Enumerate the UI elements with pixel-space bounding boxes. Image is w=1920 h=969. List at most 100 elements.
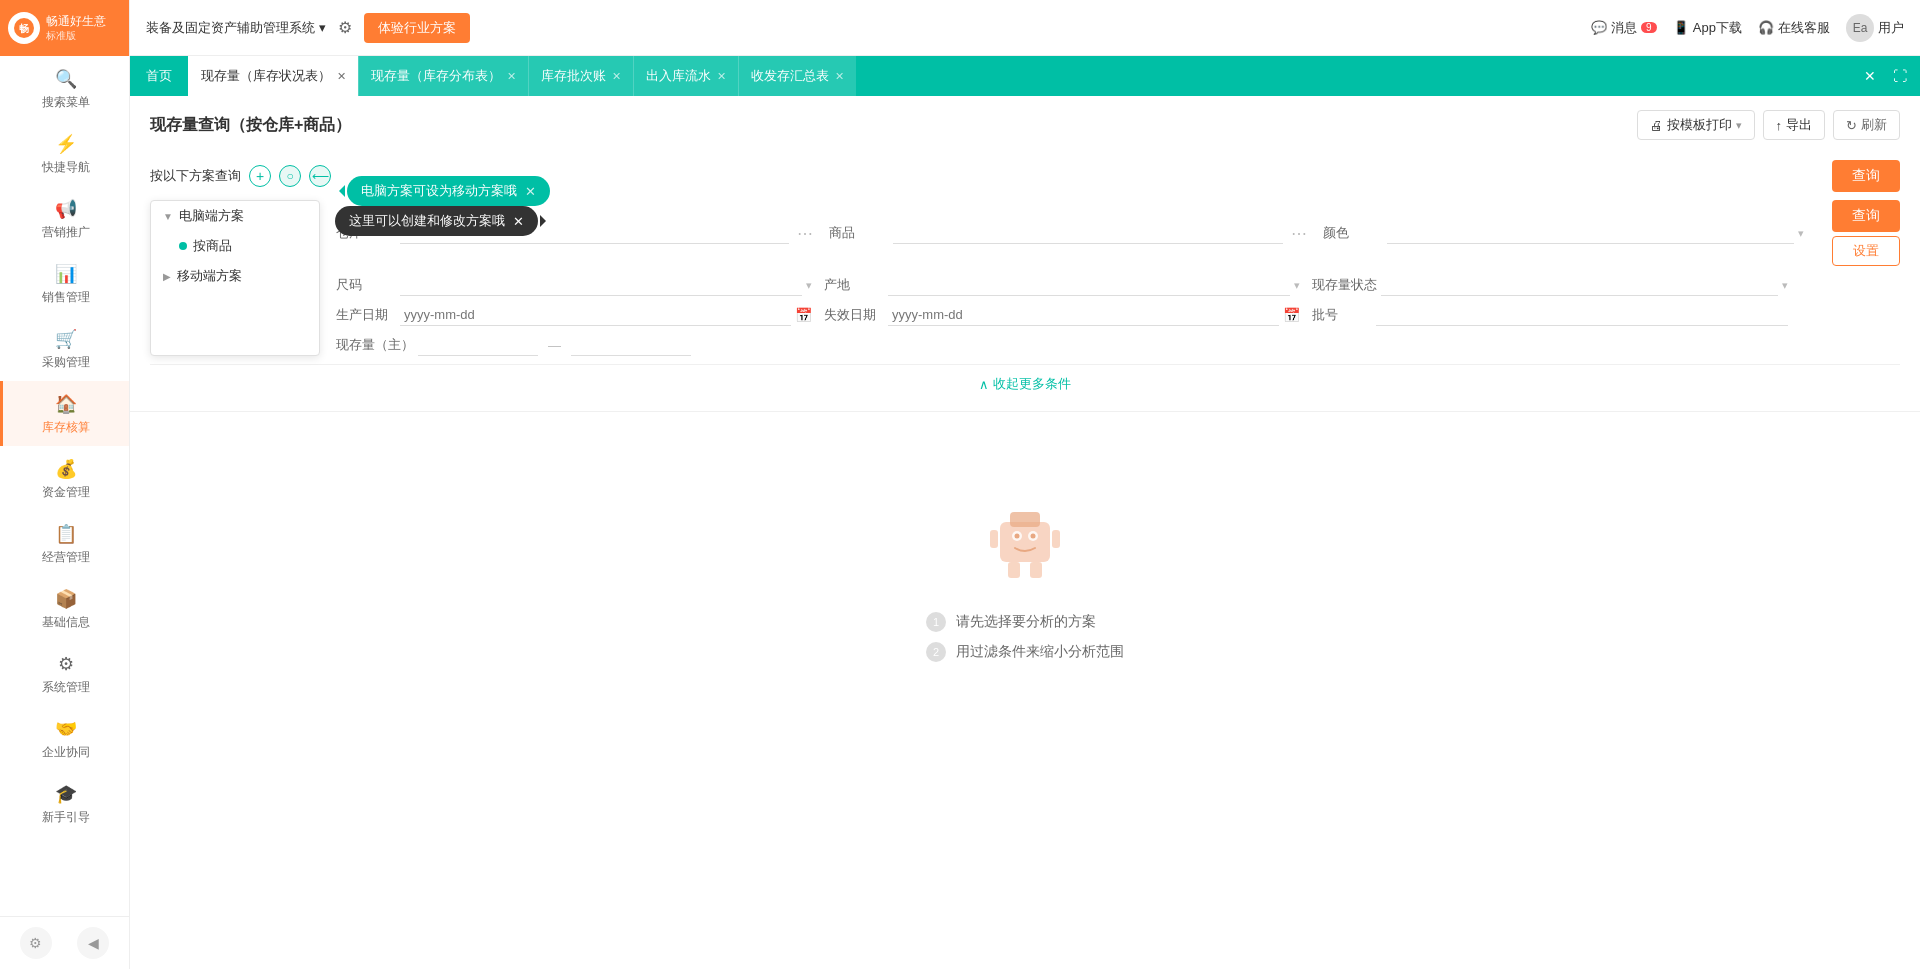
sidebar-item-sales[interactable]: 📊 销售管理 [0, 251, 129, 316]
sidebar-item-basic[interactable]: 📦 基础信息 [0, 576, 129, 641]
production-date-start[interactable] [400, 304, 791, 326]
tab-batch-account[interactable]: 库存批次账 ✕ [528, 56, 633, 96]
industry-btn[interactable]: 体验行业方案 [364, 13, 470, 43]
close-all-tabs-btn[interactable]: ✕ [1858, 64, 1882, 88]
quantity-min[interactable] [418, 334, 538, 356]
quantity-max[interactable] [571, 334, 691, 356]
tab-collect-summary-close[interactable]: ✕ [835, 70, 844, 83]
app-download-btn[interactable]: 📱 App下载 [1673, 19, 1742, 37]
export-btn[interactable]: ↑ 导出 [1763, 110, 1826, 140]
sidebar-item-enterprise[interactable]: 🤝 企业协同 [0, 706, 129, 771]
size-input[interactable] [400, 274, 802, 296]
system-title-select[interactable]: 装备及固定资产辅助管理系统 ▾ [146, 19, 326, 37]
collapse-bar[interactable]: ∧ 收起更多条件 [150, 364, 1900, 403]
sidebar-item-inventory[interactable]: 🏠 库存核算 [0, 381, 129, 446]
sidebar-item-guide[interactable]: 🎓 新手引导 [0, 771, 129, 836]
page-actions: 🖨 按模板打印 ▾ ↑ 导出 ↻ 刷新 [1637, 110, 1901, 140]
page-title: 现存量查询（按仓库+商品） [150, 115, 351, 136]
sidebar-nav: 🔍 搜索菜单 ⚡ 快捷导航 📢 营销推广 📊 销售管理 🛒 采购管理 🏠 库存核… [0, 56, 129, 916]
size-chevron-icon: ▾ [806, 279, 812, 292]
print-icon: 🖨 [1650, 118, 1663, 133]
online-support-btn[interactable]: 🎧 在线客服 [1758, 19, 1830, 37]
size-label: 尺码 [336, 276, 396, 294]
sidebar-item-quicknav[interactable]: ⚡ 快捷导航 [0, 121, 129, 186]
content-inner: 现存量查询（按仓库+商品） 🖨 按模板打印 ▾ ↑ 导出 ↻ 刷新 [130, 96, 1920, 969]
settings-bottom-btn[interactable]: ⚙ [20, 927, 52, 959]
sidebar-item-operations[interactable]: 📋 经营管理 [0, 511, 129, 576]
tab-in-out-flow-close[interactable]: ✕ [717, 70, 726, 83]
print-label: 按模板打印 [1667, 116, 1732, 134]
sidebar-item-purchase[interactable]: 🛒 采购管理 [0, 316, 129, 381]
header-settings-icon[interactable]: ⚙ [338, 18, 352, 37]
sidebar-item-label: 营销推广 [42, 224, 90, 241]
notifications-btn[interactable]: 💬 消息 9 [1591, 19, 1657, 37]
sidebar-item-search[interactable]: 🔍 搜索菜单 [0, 56, 129, 121]
sidebar-item-label: 资金管理 [42, 484, 90, 501]
batch-input[interactable] [1376, 304, 1788, 326]
tab-collect-summary[interactable]: 收发存汇总表 ✕ [738, 56, 856, 96]
user-menu[interactable]: Ea 用户 [1846, 14, 1904, 42]
sidebar-item-label: 搜索菜单 [42, 94, 90, 111]
status-input[interactable] [1381, 274, 1778, 296]
sidebar-item-label: 系统管理 [42, 679, 90, 696]
tab-batch-account-close[interactable]: ✕ [612, 70, 621, 83]
notifications-label: 消息 [1611, 19, 1637, 37]
product-label: 商品 [829, 224, 889, 242]
scheme-tree-pc[interactable]: ▼ 电脑端方案 [151, 201, 319, 231]
tab-inventory-status[interactable]: 现存量（库存状况表） ✕ [188, 56, 358, 96]
scheme-tooltip-close[interactable]: ✕ [525, 184, 536, 199]
query-btn-2[interactable]: 查询 [1832, 200, 1900, 232]
sidebar-item-marketing[interactable]: 📢 营销推广 [0, 186, 129, 251]
expiry-date-calendar-icon[interactable]: 📅 [1283, 307, 1300, 323]
tab-inventory-dist[interactable]: 现存量（库存分布表） ✕ [358, 56, 528, 96]
scheme-tooltip2-bubble[interactable]: 这里可以创建和修改方案哦 ✕ [335, 206, 538, 236]
origin-input[interactable] [888, 274, 1290, 296]
header-left: 装备及固定资产辅助管理系统 ▾ ⚙ 体验行业方案 [146, 13, 470, 43]
fullscreen-btn[interactable]: ⛶ [1888, 64, 1912, 88]
warehouse-dots[interactable]: ⋯ [793, 224, 817, 243]
tab-in-out-flow[interactable]: 出入库流水 ✕ [633, 56, 738, 96]
sidebar-item-system[interactable]: ⚙ 系统管理 [0, 641, 129, 706]
app-logo: 畅 畅通好生意 标准版 [0, 0, 129, 56]
product-input[interactable] [893, 222, 1282, 244]
tab-inventory-dist-close[interactable]: ✕ [507, 70, 516, 83]
refresh-btn[interactable]: ↻ 刷新 [1833, 110, 1900, 140]
scheme-tree: ▼ 电脑端方案 按商品 ▶ 移动端方案 [150, 200, 320, 356]
notification-icon: 💬 [1591, 20, 1607, 35]
svg-rect-9 [1052, 530, 1060, 548]
top-header: 装备及固定资产辅助管理系统 ▾ ⚙ 体验行业方案 💬 消息 9 📱 App下载 … [130, 0, 1920, 56]
scheme-tree-pc-child[interactable]: 按商品 [151, 231, 319, 261]
filter-row-1: 仓库 ⋯ 商品 ⋯ 颜色 [336, 200, 1900, 266]
origin-label: 产地 [824, 276, 884, 294]
empty-illustration [975, 492, 1075, 592]
scheme-tree-pc-child-label: 按商品 [193, 237, 232, 255]
enterprise-icon: 🤝 [55, 718, 77, 740]
filter-circle-btn[interactable]: ○ [279, 165, 301, 187]
expiry-date-start[interactable] [888, 304, 1279, 326]
print-btn[interactable]: 🖨 按模板打印 ▾ [1637, 110, 1755, 140]
empty-state: 1 请先选择要分析的方案 2 用过滤条件来缩小分析范围 [130, 412, 1920, 732]
filter-arrow-btn[interactable]: ⟵ [309, 165, 331, 187]
color-input[interactable] [1387, 222, 1794, 244]
filter-add-btn[interactable]: + [249, 165, 271, 187]
sidebar-item-label: 企业协同 [42, 744, 90, 761]
query-btn[interactable]: 查询 [1832, 160, 1900, 192]
filter-fields: 仓库 ⋯ 商品 ⋯ 颜色 [336, 200, 1900, 356]
scheme-tree-area: ▼ 电脑端方案 按商品 ▶ 移动端方案 [150, 200, 1900, 356]
sidebar-item-label: 新手引导 [42, 809, 90, 826]
scheme-tooltip2-close[interactable]: ✕ [513, 214, 524, 229]
sidebar-bottom: ⚙ ◀ [0, 916, 129, 969]
filter-field-expiry-date: 失效日期 📅 [824, 304, 1300, 326]
product-dots[interactable]: ⋯ [1287, 224, 1311, 243]
tab-inventory-status-close[interactable]: ✕ [337, 70, 346, 83]
expiry-date-label: 失效日期 [824, 306, 884, 324]
collapse-up-icon: ∧ [979, 377, 989, 392]
production-date-calendar-icon[interactable]: 📅 [795, 307, 812, 323]
color-chevron-icon: ▾ [1798, 227, 1804, 240]
scheme-tree-mobile[interactable]: ▶ 移动端方案 [151, 261, 319, 291]
set-btn[interactable]: 设置 [1832, 236, 1900, 266]
sidebar-item-finance[interactable]: 💰 资金管理 [0, 446, 129, 511]
tab-home[interactable]: 首页 [130, 56, 188, 96]
filter-label: 按以下方案查询 [150, 167, 241, 185]
collapse-sidebar-btn[interactable]: ◀ [77, 927, 109, 959]
